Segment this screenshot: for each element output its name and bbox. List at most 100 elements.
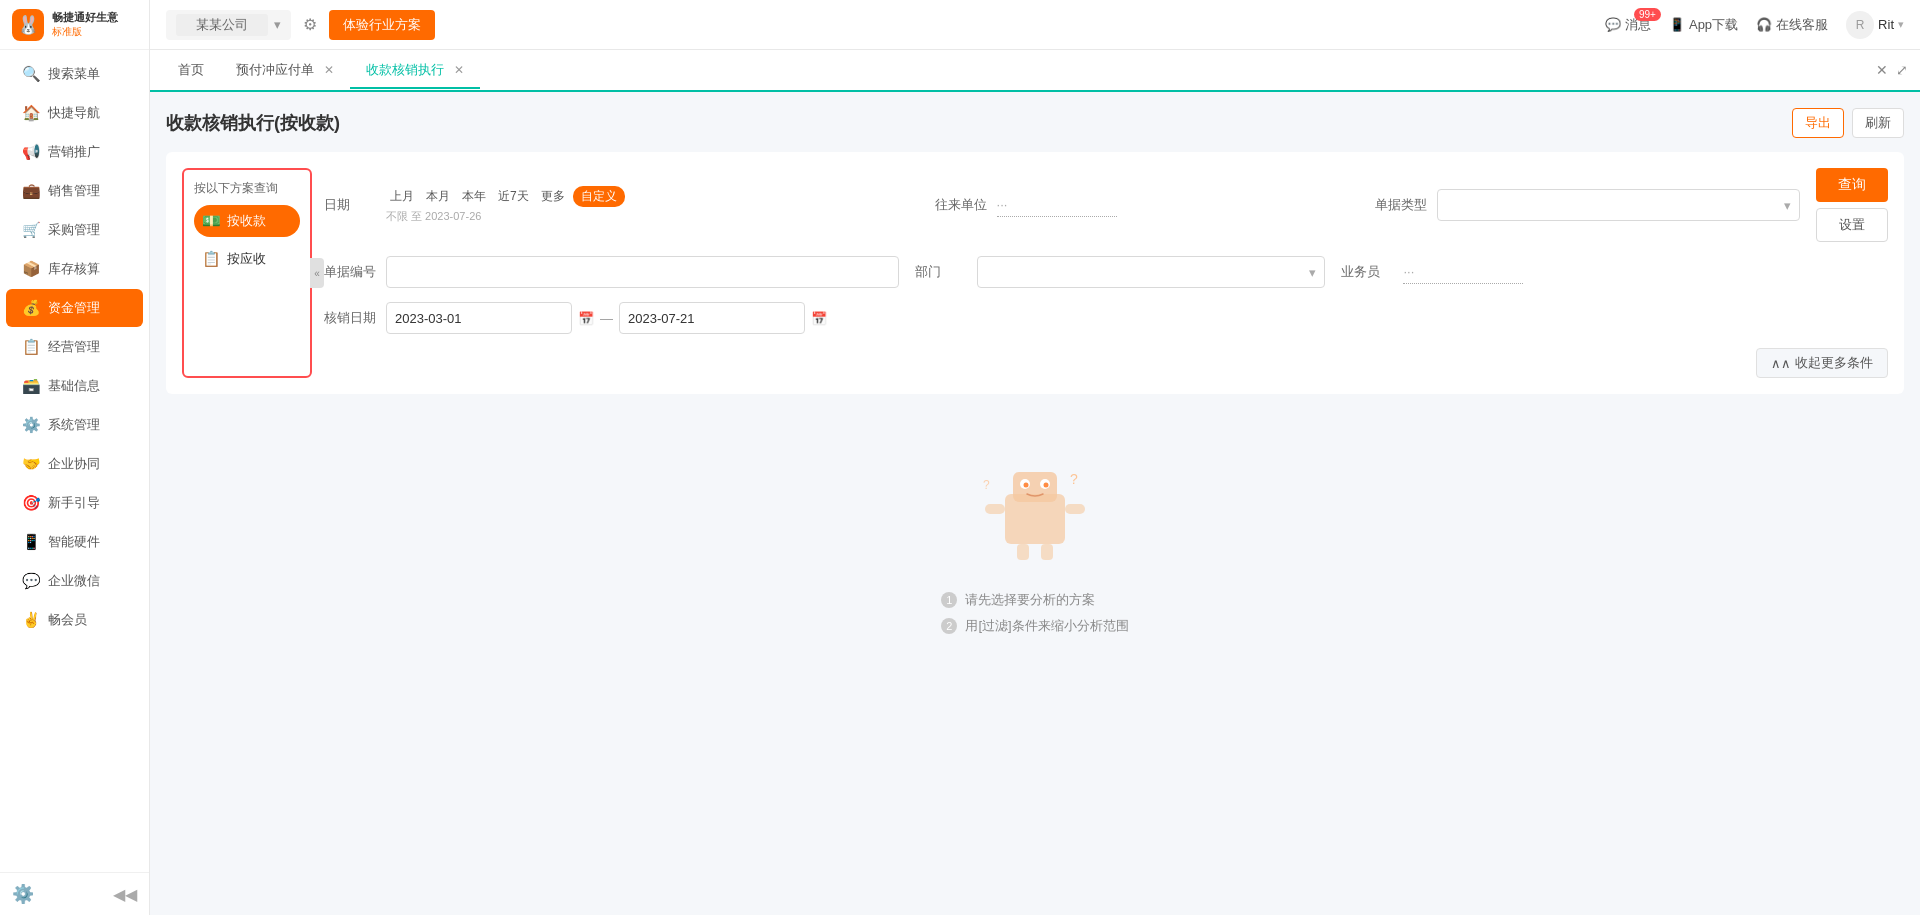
sidebar: 🐰 畅捷通好生意 标准版 🔍 搜索菜单 🏠 快捷导航 📢 营销推广 💼 销售管理…: [0, 0, 150, 915]
sidebar-item-shortcuts[interactable]: 🏠 快捷导航: [6, 94, 143, 132]
logo-text: 畅捷通好生意 标准版: [52, 10, 118, 39]
basic-icon: 🗃️: [22, 377, 40, 395]
salesperson-select[interactable]: ···: [1403, 260, 1523, 284]
tab-expand-icon[interactable]: ⤢: [1896, 62, 1908, 78]
page-header-actions: 导出 刷新: [1792, 108, 1904, 138]
empty-icon-wrap: ? ?: [975, 454, 1095, 567]
solution-button[interactable]: 体验行业方案: [329, 10, 435, 40]
sidebar-label-hardware: 智能硬件: [48, 533, 100, 551]
gear-button[interactable]: ⚙: [303, 15, 317, 34]
tab-home[interactable]: 首页: [162, 53, 220, 87]
settings-footer-icon[interactable]: ⚙️: [12, 883, 34, 905]
writeoff-end-input[interactable]: [619, 302, 805, 334]
sidebar-item-basic[interactable]: 🗃️ 基础信息: [6, 367, 143, 405]
collapse-sidebar-icon[interactable]: ◀◀: [113, 885, 137, 904]
date-btn-this-year[interactable]: 本年: [458, 186, 490, 207]
sidebar-item-guide[interactable]: 🎯 新手引导: [6, 484, 143, 522]
service-button[interactable]: 🎧 在线客服: [1756, 16, 1828, 34]
tip-item-2: 2 用[过滤]条件来缩小分析范围: [941, 613, 1128, 639]
filter-row-1: 日期 上月 本月 本年 近7天 更多 自定义 不限 至 2023-07-26: [324, 168, 1888, 242]
chevron-down-icon: ▾: [274, 17, 281, 32]
setting-button[interactable]: 设置: [1816, 208, 1888, 242]
filter-option-receipt-label: 按收款: [227, 212, 266, 230]
dept-select[interactable]: ▾: [977, 256, 1326, 288]
sidebar-label-marketing: 营销推广: [48, 143, 100, 161]
svg-point-4: [1024, 483, 1029, 488]
counterpart-field: 往来单位 ···: [935, 193, 1360, 217]
tip-num-1: 1: [941, 592, 957, 608]
app-download-button[interactable]: 📱 App下载: [1669, 16, 1738, 34]
tab-collect-close-icon[interactable]: ✕: [454, 63, 464, 77]
user-chevron-icon: ▾: [1898, 18, 1904, 31]
sidebar-item-member[interactable]: ✌️ 畅会员: [6, 601, 143, 639]
svg-point-5: [1044, 483, 1049, 488]
date-btn-last-month[interactable]: 上月: [386, 186, 418, 207]
date-label: 日期: [324, 196, 378, 214]
bill-type-field: 单据类型 ▾: [1375, 189, 1800, 221]
corp-icon: 🤝: [22, 455, 40, 473]
sidebar-item-system[interactable]: ⚙️ 系统管理: [6, 406, 143, 444]
date-btn-7days[interactable]: 近7天: [494, 186, 533, 207]
sidebar-label-sales: 销售管理: [48, 182, 100, 200]
salesperson-field: 业务员 ···: [1341, 260, 1752, 284]
writeoff-end-cal-icon[interactable]: 📅: [811, 311, 827, 326]
collapse-more-button[interactable]: ∧∧ 收起更多条件: [1756, 348, 1888, 378]
date-btn-more[interactable]: 更多: [537, 186, 569, 207]
tab-close-all-icon[interactable]: ✕: [1876, 62, 1888, 78]
sidebar-label-member: 畅会员: [48, 611, 87, 629]
bill-no-label: 单据编号: [324, 263, 378, 281]
sidebar-item-hardware[interactable]: 📱 智能硬件: [6, 523, 143, 561]
salesperson-placeholder: ···: [1403, 264, 1523, 279]
bill-type-select[interactable]: ▾: [1437, 189, 1800, 221]
sidebar-footer: ⚙️ ◀◀: [0, 872, 149, 915]
purchase-icon: 🛒: [22, 221, 40, 239]
receipt-icon: 💵: [202, 212, 221, 230]
empty-state: ? ? 1 请先选择要分析的方案 2 用[过滤]条件来缩小分析范围: [166, 394, 1904, 699]
sidebar-label-finance: 资金管理: [48, 299, 100, 317]
filter-option-by-receivable[interactable]: 📋 按应收: [194, 243, 300, 275]
writeoff-start-cal-icon[interactable]: 📅: [578, 311, 594, 326]
sidebar-item-corp[interactable]: 🤝 企业协同: [6, 445, 143, 483]
date-btn-custom[interactable]: 自定义: [573, 186, 625, 207]
refresh-button[interactable]: 刷新: [1852, 108, 1904, 138]
sidebar-nav: 🔍 搜索菜单 🏠 快捷导航 📢 营销推广 💼 销售管理 🛒 采购管理 📦 库存核…: [0, 50, 149, 872]
sidebar-item-inventory[interactable]: 📦 库存核算: [6, 250, 143, 288]
sidebar-item-finance[interactable]: 💰 资金管理: [6, 289, 143, 327]
filter-option-by-receipt[interactable]: 💵 按收款: [194, 205, 300, 237]
sidebar-item-wechat[interactable]: 💬 企业微信: [6, 562, 143, 600]
sidebar-label-inventory: 库存核算: [48, 260, 100, 278]
inventory-icon: 📦: [22, 260, 40, 278]
messages-button[interactable]: 💬 消息 99+: [1605, 16, 1651, 34]
hardware-icon: 📱: [22, 533, 40, 551]
date-field: 日期 上月 本月 本年 近7天 更多 自定义 不限 至 2023-07-26: [324, 186, 919, 224]
date-unlimited-text: 不限 至 2023-07-26: [386, 209, 625, 224]
system-icon: ⚙️: [22, 416, 40, 434]
top-bar-left: 某某公司 ▾ ⚙ 体验行业方案: [166, 10, 435, 40]
date-btn-this-month[interactable]: 本月: [422, 186, 454, 207]
writeoff-start-input[interactable]: [386, 302, 572, 334]
sidebar-item-purchase[interactable]: 🛒 采购管理: [6, 211, 143, 249]
filter-sidebar-collapse-btn[interactable]: «: [310, 258, 324, 288]
tab-collect-label: 收款核销执行: [366, 61, 444, 79]
bill-no-input[interactable]: [386, 256, 899, 288]
filter-option-receivable-label: 按应收: [227, 250, 266, 268]
marketing-icon: 📢: [22, 143, 40, 161]
counterpart-select[interactable]: ···: [997, 193, 1117, 217]
export-button[interactable]: 导出: [1792, 108, 1844, 138]
sidebar-item-operations[interactable]: 📋 经营管理: [6, 328, 143, 366]
tab-home-label: 首页: [178, 61, 204, 79]
user-area[interactable]: R Rit ▾: [1846, 11, 1904, 39]
tab-collect[interactable]: 收款核销执行 ✕: [350, 53, 480, 89]
tab-prepay[interactable]: 预付冲应付单 ✕: [220, 53, 350, 87]
sidebar-item-marketing[interactable]: 📢 营销推广: [6, 133, 143, 171]
company-selector[interactable]: 某某公司 ▾: [166, 10, 291, 40]
dept-label: 部门: [915, 263, 969, 281]
sidebar-item-search[interactable]: 🔍 搜索菜单: [6, 55, 143, 93]
search-button[interactable]: 查询: [1816, 168, 1888, 202]
sidebar-item-sales[interactable]: 💼 销售管理: [6, 172, 143, 210]
tab-prepay-close-icon[interactable]: ✕: [324, 63, 334, 77]
top-bar: 某某公司 ▾ ⚙ 体验行业方案 💬 消息 99+ 📱 App下载 🎧 在线客服 …: [150, 0, 1920, 50]
tip-item-1: 1 请先选择要分析的方案: [941, 587, 1128, 613]
date-shortcuts: 上月 本月 本年 近7天 更多 自定义: [386, 186, 625, 207]
page-content: 收款核销执行(按收款) 导出 刷新 按以下方案查询 💵 按收款 📋 按应收 «: [150, 92, 1920, 915]
